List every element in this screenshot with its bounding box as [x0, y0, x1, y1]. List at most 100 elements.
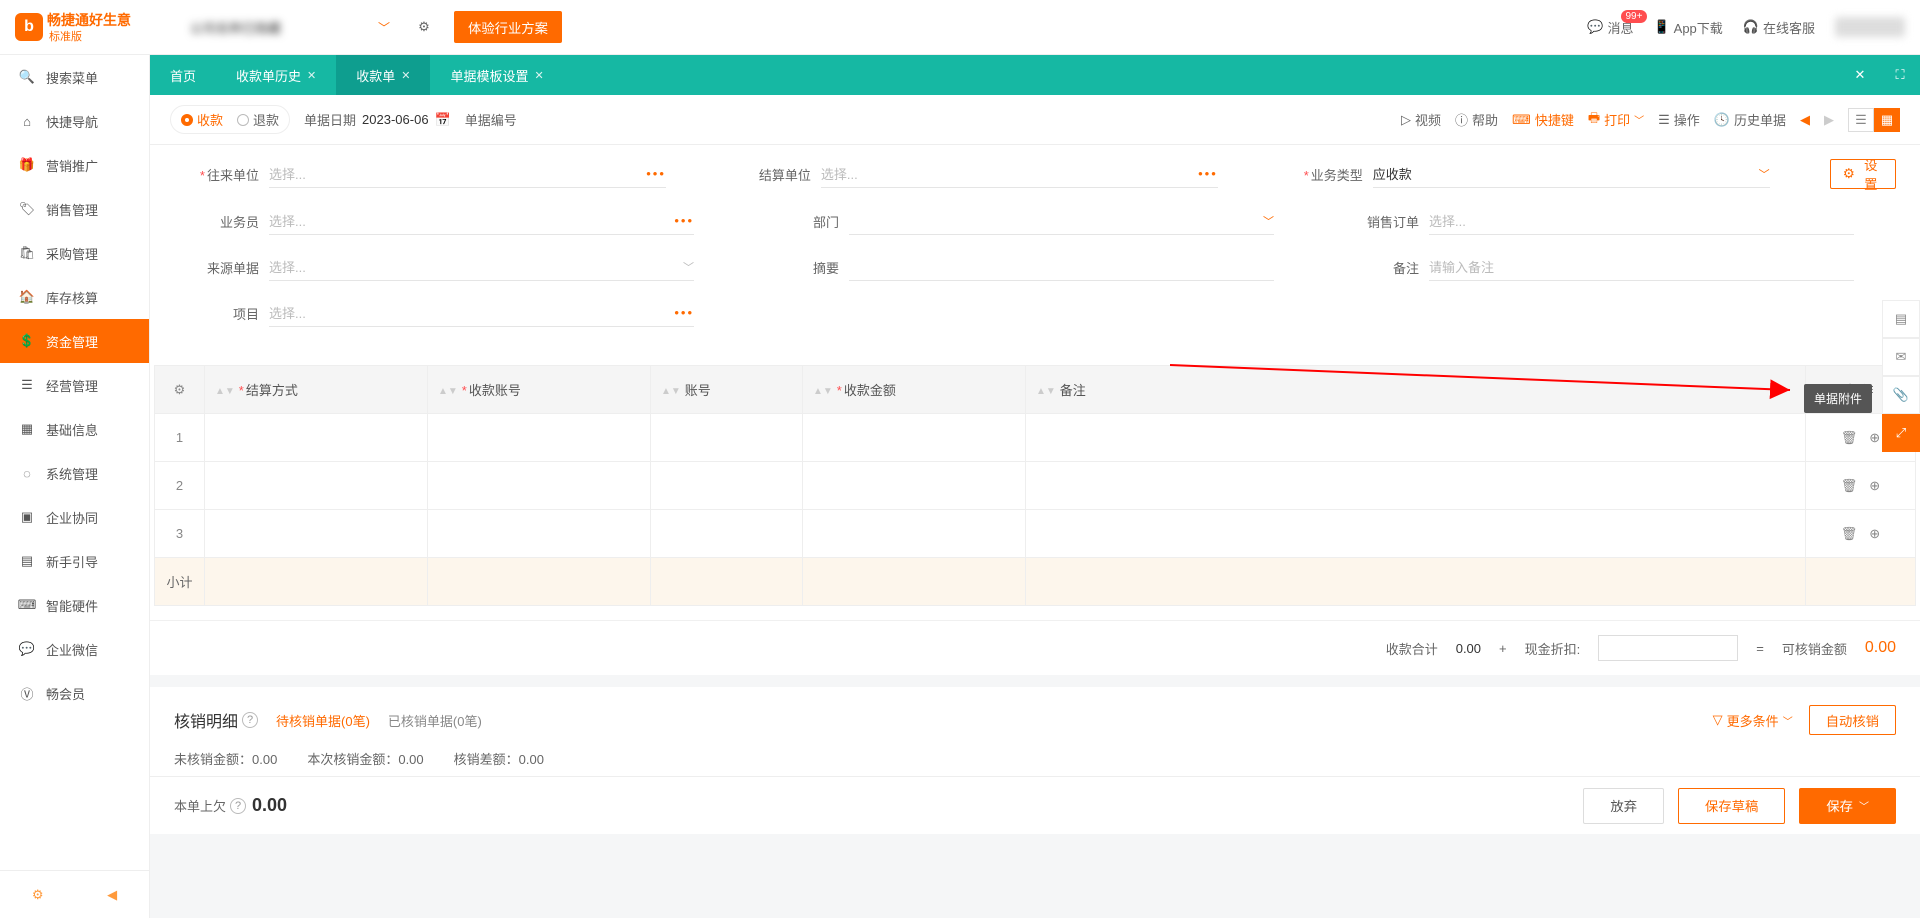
discount-input[interactable]	[1598, 635, 1738, 661]
tab-close-button[interactable]: ✕	[1840, 67, 1880, 83]
sidebar-item-funds[interactable]: 💲资金管理	[0, 319, 149, 363]
user-area[interactable]	[1835, 17, 1905, 37]
settings-icon[interactable]: ⚙	[32, 887, 44, 903]
form-settings-button[interactable]: ⚙设置	[1830, 159, 1896, 189]
more-icon[interactable]: •••	[646, 166, 666, 181]
writeoff-tab-pending[interactable]: 待核销单据(0笔)	[276, 711, 370, 730]
sidebar-item-guide[interactable]: ▤新手引导	[0, 539, 149, 583]
table-row[interactable]: 2🗑⊕	[155, 462, 1916, 510]
sidebar-item-inventory[interactable]: 🏠库存核算	[0, 275, 149, 319]
cell[interactable]	[427, 414, 650, 462]
more-icon[interactable]: •••	[1198, 166, 1218, 181]
col-settle-method[interactable]: ▲▼*结算方式	[205, 366, 428, 414]
add-row-icon[interactable]: ⊕	[1869, 526, 1880, 541]
sales-order-input[interactable]: 选择...	[1429, 207, 1854, 235]
next-doc-button[interactable]: ▶	[1824, 112, 1834, 128]
project-input[interactable]: 选择...•••	[269, 299, 694, 327]
partner-input[interactable]: 选择...•••	[269, 160, 666, 188]
cell[interactable]	[650, 414, 802, 462]
summary-input[interactable]	[849, 253, 1274, 281]
print-link[interactable]: 🖶打印﹀	[1588, 109, 1644, 131]
close-icon[interactable]: ✕	[535, 69, 544, 82]
col-amount[interactable]: ▲▼*收款金额	[802, 366, 1025, 414]
more-conditions-link[interactable]: ▽更多条件﹀	[1713, 711, 1793, 730]
delete-icon[interactable]: 🗑	[1841, 478, 1858, 493]
messages-link[interactable]: 💬 消息 99+	[1587, 18, 1633, 37]
delete-icon[interactable]: 🗑	[1841, 430, 1858, 445]
view-form-button[interactable]: ▦	[1874, 108, 1900, 132]
sidebar-item-marketing[interactable]: 🎁营销推广	[0, 143, 149, 187]
rail-expand-button[interactable]: ⤢	[1882, 414, 1920, 452]
cell[interactable]	[650, 462, 802, 510]
online-service-link[interactable]: 🎧 在线客服	[1743, 18, 1815, 37]
cell[interactable]	[205, 462, 428, 510]
sidebar-item-quicknav[interactable]: ⌂快捷导航	[0, 99, 149, 143]
radio-receive[interactable]: 收款	[181, 110, 223, 129]
rail-btn-1[interactable]: ▤	[1882, 300, 1920, 338]
table-row[interactable]: 1🗑⊕	[155, 414, 1916, 462]
source-select[interactable]: 选择...﹀	[269, 253, 694, 281]
sidebar-item-corp[interactable]: ▣企业协同	[0, 495, 149, 539]
org-selector[interactable]: 公司名称已隐藏 ﹀	[180, 11, 400, 43]
auto-writeoff-button[interactable]: 自动核销	[1809, 705, 1896, 735]
close-icon[interactable]: ✕	[307, 69, 316, 82]
salesman-input[interactable]: 选择...•••	[269, 207, 694, 235]
shortcut-link[interactable]: ⌨快捷键	[1512, 110, 1574, 129]
more-icon[interactable]: •••	[674, 213, 694, 228]
save-draft-button[interactable]: 保存草稿	[1678, 788, 1785, 824]
app-download-link[interactable]: 📱 App下载	[1653, 18, 1722, 37]
sidebar-item-sales[interactable]: 🏷销售管理	[0, 187, 149, 231]
cell[interactable]	[427, 510, 650, 558]
cell[interactable]	[1026, 510, 1806, 558]
sidebar-item-system[interactable]: ◌系统管理	[0, 451, 149, 495]
cell[interactable]	[1026, 414, 1806, 462]
add-row-icon[interactable]: ⊕	[1869, 478, 1880, 493]
cell[interactable]	[802, 414, 1025, 462]
cell[interactable]	[802, 510, 1025, 558]
doc-date-field[interactable]: 单据日期 2023-06-06 📅	[304, 110, 451, 129]
rail-btn-2[interactable]: ✉	[1882, 338, 1920, 376]
cell[interactable]	[802, 462, 1025, 510]
sidebar-item-basic[interactable]: ▦基础信息	[0, 407, 149, 451]
col-remark[interactable]: ▲▼备注	[1026, 366, 1806, 414]
sidebar-item-purchase[interactable]: 🛍采购管理	[0, 231, 149, 275]
sidebar-item-search[interactable]: 🔍搜索菜单	[0, 55, 149, 99]
delete-icon[interactable]: 🗑	[1841, 526, 1858, 541]
org-settings-button[interactable]: ⚙	[408, 11, 440, 43]
help-icon[interactable]: ?	[230, 798, 246, 814]
save-button[interactable]: 保存﹀	[1799, 788, 1896, 824]
cell[interactable]	[205, 510, 428, 558]
cell[interactable]	[205, 414, 428, 462]
close-icon[interactable]: ✕	[401, 69, 410, 82]
sidebar-item-wechat[interactable]: 💬企业微信	[0, 627, 149, 671]
view-list-button[interactable]: ☰	[1848, 108, 1874, 132]
col-acctno[interactable]: ▲▼账号	[650, 366, 802, 414]
help-icon[interactable]: ?	[242, 712, 258, 728]
remark-input[interactable]: 请输入备注	[1429, 253, 1854, 281]
more-icon[interactable]: •••	[674, 305, 694, 320]
abandon-button[interactable]: 放弃	[1583, 788, 1664, 824]
help-link[interactable]: ⓘ帮助	[1455, 110, 1498, 129]
tab-history[interactable]: 收款单历史✕	[216, 55, 336, 95]
settle-unit-input[interactable]: 选择...•••	[821, 160, 1218, 188]
cell[interactable]	[650, 510, 802, 558]
sidebar-item-hardware[interactable]: ⌨智能硬件	[0, 583, 149, 627]
cell[interactable]	[1026, 462, 1806, 510]
doc-number-field[interactable]: 单据编号	[465, 110, 517, 129]
radio-refund[interactable]: 退款	[237, 110, 279, 129]
writeoff-tab-done[interactable]: 已核销单据(0笔)	[388, 711, 482, 730]
biz-type-select[interactable]: 应收款﹀	[1373, 160, 1770, 188]
dept-select[interactable]: ﹀	[849, 207, 1274, 235]
trial-button[interactable]: 体验行业方案	[454, 11, 562, 43]
col-gear[interactable]: ⚙	[155, 366, 205, 414]
sidebar-item-vip[interactable]: Ⓥ畅会员	[0, 671, 149, 715]
cell[interactable]	[427, 462, 650, 510]
add-row-icon[interactable]: ⊕	[1869, 430, 1880, 445]
collapse-icon[interactable]: ◀	[107, 887, 117, 903]
tab-receipt[interactable]: 收款单✕	[336, 55, 430, 95]
tab-home[interactable]: 首页	[150, 55, 216, 95]
sidebar-item-operation[interactable]: ☰经营管理	[0, 363, 149, 407]
table-row[interactable]: 3🗑⊕	[155, 510, 1916, 558]
tab-template[interactable]: 单据模板设置✕	[430, 55, 563, 95]
video-link[interactable]: ▷视频	[1401, 110, 1441, 129]
